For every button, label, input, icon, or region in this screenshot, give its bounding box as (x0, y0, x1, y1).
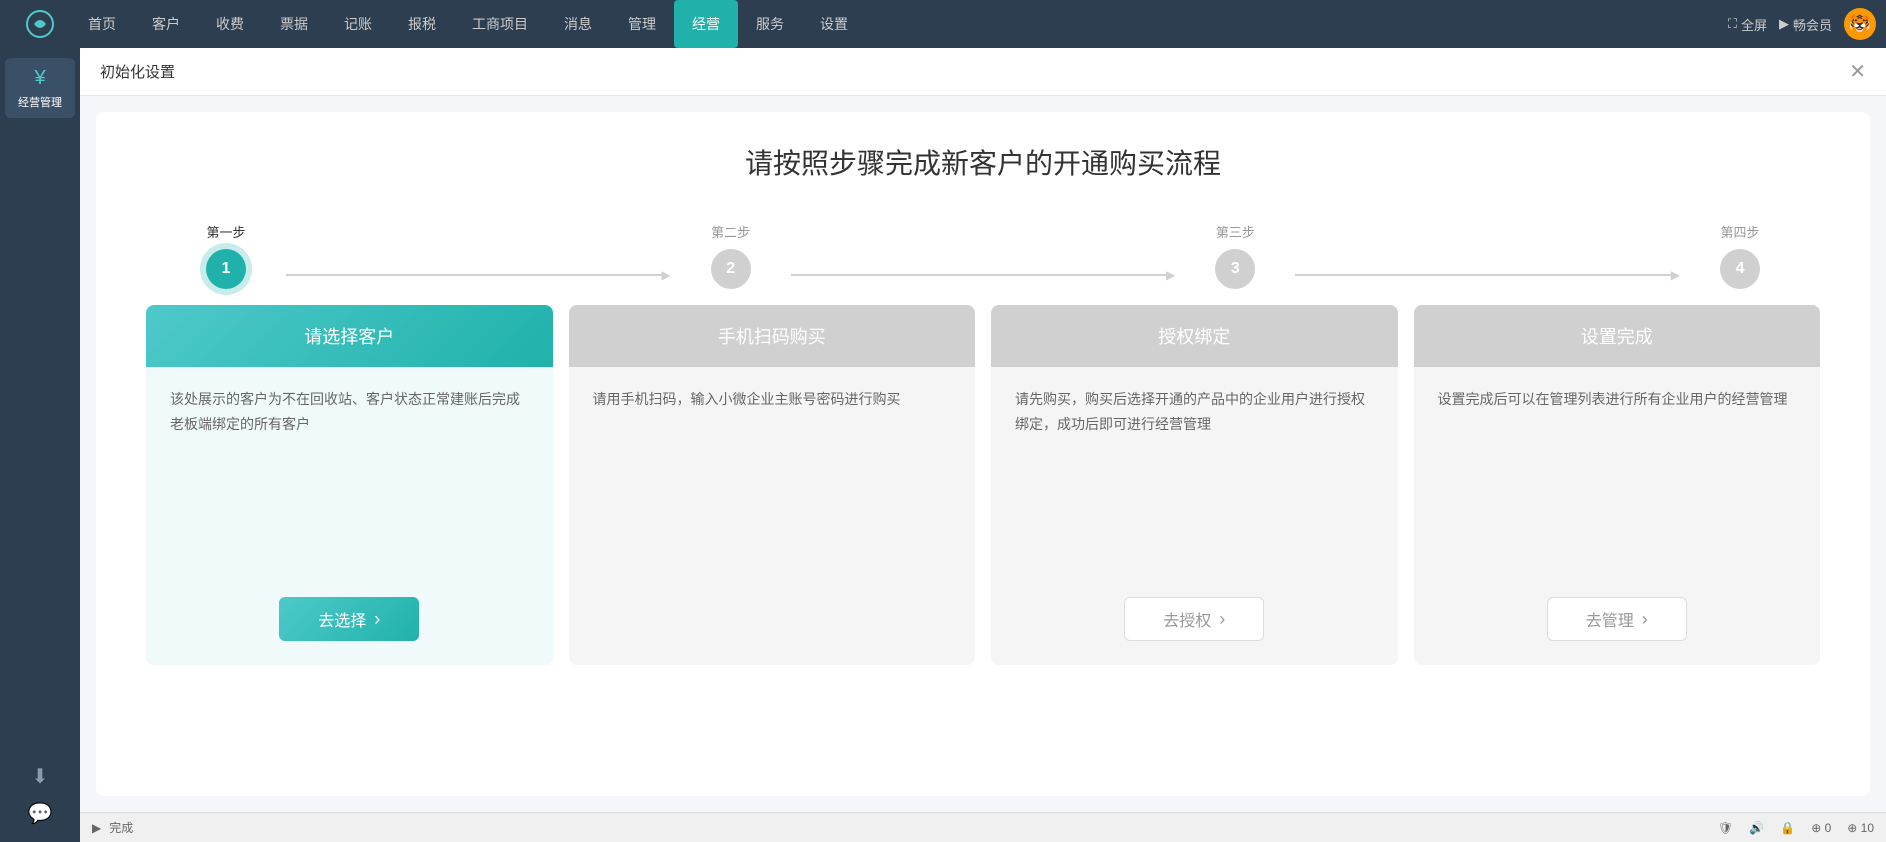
card-3-body: 请先购买，购买后选择开通的产品中的企业用户进行授权绑定，成功后即可进行经营管理 (991, 367, 1398, 581)
nav-items: 首页 客户 收费 票据 记账 报税 工商项目 消息 管理 经营 服务 设置 (70, 0, 1728, 48)
sidebar-bottom: ⬇ 💬 (28, 764, 53, 826)
close-button[interactable]: ✕ (1849, 59, 1866, 84)
content-area: 初始化设置 ✕ 请按照步骤完成新客户的开通购买流程 第一步 1 ▶ (80, 48, 1886, 842)
shield-icon: 🛡 (1718, 821, 1733, 835)
main-layout: ¥ 经营管理 ⬇ 💬 初始化设置 ✕ 请按照步骤完成新客户的开通购买流程 第一步… (0, 48, 1886, 842)
sidebar: ¥ 经营管理 ⬇ 💬 (0, 48, 80, 842)
step-card-2: 手机扫码购买 请用手机扫码，输入小微企业主账号密码进行购买 (569, 305, 976, 665)
sidebar-item-operation[interactable]: ¥ 经营管理 (5, 58, 75, 118)
card-2-body: 请用手机扫码，输入小微企业主账号密码进行购买 (569, 367, 976, 625)
nav-item-settings[interactable]: 设置 (802, 0, 866, 48)
top-nav: 首页 客户 收费 票据 记账 报税 工商项目 消息 管理 经营 服务 设置 ⛶ … (0, 0, 1886, 48)
play-icon: ▶ (92, 821, 101, 835)
card-2-header: 手机扫码购买 (569, 305, 976, 367)
nav-item-operation[interactable]: 经营 (674, 0, 738, 48)
status-bar: ▶ 完成 🛡 🔊 🔒 ⊕ 0 ⊕ 10 (80, 812, 1886, 842)
card-3-header: 授权绑定 (991, 305, 1398, 367)
content-header: 初始化设置 ✕ (80, 48, 1886, 96)
step-card-1: 请选择客户 该处展示的客户为不在回收站、客户状态正常建账后完成老板端绑定的所有客… (146, 305, 553, 665)
download-icon[interactable]: ⬇ (32, 764, 49, 789)
nav-right: ⛶ 全屏 ▶ 畅会员 🐯 (1728, 8, 1876, 40)
nav-item-business[interactable]: 工商项目 (454, 0, 546, 48)
card-1-body: 该处展示的客户为不在回收站、客户状态正常建账后完成老板端绑定的所有客户 (146, 367, 553, 581)
step-3-label: 第三步 (1216, 222, 1255, 241)
step-1-circle: 1 (206, 249, 246, 289)
step-3-circle: 3 (1215, 249, 1255, 289)
card-3-footer: 去授权 › (991, 581, 1398, 665)
wizard-title: 请按照步骤完成新客户的开通购买流程 (146, 142, 1820, 182)
nav-item-message[interactable]: 消息 (546, 0, 610, 48)
card-2-footer (569, 625, 976, 665)
card-4-header: 设置完成 (1414, 305, 1821, 367)
lock-icon: 🔒 (1780, 821, 1795, 835)
cards-row: 请选择客户 该处展示的客户为不在回收站、客户状态正常建账后完成老板端绑定的所有客… (146, 305, 1820, 665)
go-authorize-button[interactable]: 去授权 › (1124, 597, 1264, 641)
go-select-button[interactable]: 去选择 › (279, 597, 419, 641)
nav-item-invoice[interactable]: 票据 (262, 0, 326, 48)
nav-item-home[interactable]: 首页 (70, 0, 134, 48)
sidebar-item-label: 经营管理 (18, 94, 62, 110)
yuan-icon: ¥ (34, 67, 45, 90)
notification-count-1: ⊕ 0 (1811, 821, 1831, 835)
go-manage-button[interactable]: 去管理 › (1547, 597, 1687, 641)
step-4-circle: 4 (1720, 249, 1760, 289)
card-1-header: 请选择客户 (146, 305, 553, 367)
avatar[interactable]: 🐯 (1844, 8, 1876, 40)
wizard-container: 请按照步骤完成新客户的开通购买流程 第一步 1 ▶ 第二步 2 (96, 112, 1870, 796)
notification-count-2: ⊕ 10 (1847, 821, 1874, 835)
card-1-footer: 去选择 › (146, 581, 553, 665)
chat-icon[interactable]: 💬 (28, 801, 53, 826)
step-card-4: 设置完成 设置完成后可以在管理列表进行所有企业用户的经营管理 去管理 › (1414, 305, 1821, 665)
step-1-label: 第一步 (206, 222, 245, 241)
nav-logo (10, 10, 70, 38)
nav-item-service[interactable]: 服务 (738, 0, 802, 48)
card-4-body: 设置完成后可以在管理列表进行所有企业用户的经营管理 (1414, 367, 1821, 581)
page-title: 初始化设置 (100, 61, 175, 82)
step-2-indicator: 第二步 2 (671, 222, 791, 289)
step-2-circle: 2 (711, 249, 751, 289)
step-4-indicator: 第四步 4 (1680, 222, 1800, 289)
status-text: 完成 (109, 819, 133, 836)
step-2-label: 第二步 (711, 222, 750, 241)
step-3-indicator: 第三步 3 (1175, 222, 1295, 289)
nav-item-tax[interactable]: 报税 (390, 0, 454, 48)
volume-icon: 🔊 (1749, 821, 1764, 835)
status-right: 🛡 🔊 🔒 ⊕ 0 ⊕ 10 (1718, 821, 1874, 835)
step-1-indicator: 第一步 1 (166, 222, 286, 289)
member-btn[interactable]: ▶ 畅会员 (1779, 15, 1832, 34)
nav-item-manage[interactable]: 管理 (610, 0, 674, 48)
nav-item-bookkeeping[interactable]: 记账 (326, 0, 390, 48)
card-4-footer: 去管理 › (1414, 581, 1821, 665)
nav-item-customer[interactable]: 客户 (134, 0, 198, 48)
connector-2: ▶ (791, 222, 1176, 282)
step-card-3: 授权绑定 请先购买，购买后选择开通的产品中的企业用户进行授权绑定，成功后即可进行… (991, 305, 1398, 665)
connector-3: ▶ (1295, 222, 1680, 282)
step-4-label: 第四步 (1721, 222, 1760, 241)
fullscreen-btn[interactable]: ⛶ 全屏 (1728, 15, 1767, 34)
nav-item-payment[interactable]: 收费 (198, 0, 262, 48)
connector-1: ▶ (286, 222, 671, 282)
